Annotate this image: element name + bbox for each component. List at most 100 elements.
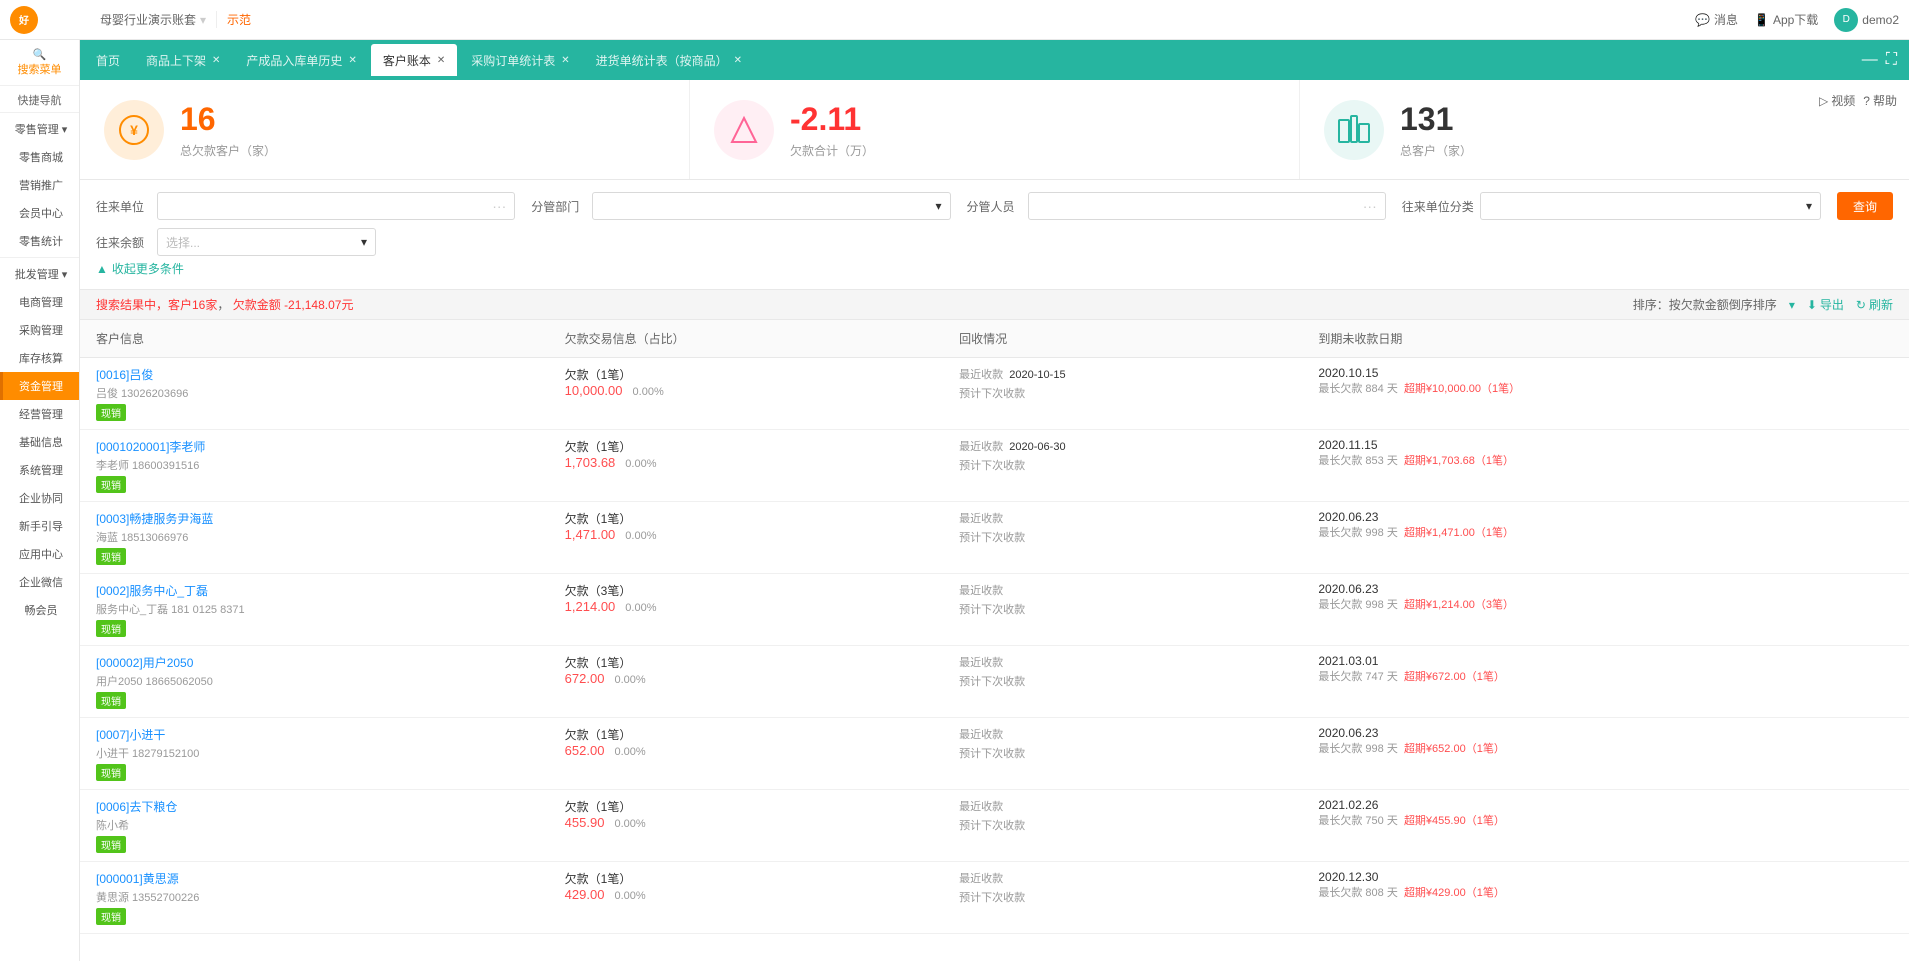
filter-input-person[interactable]: ··· — [1028, 192, 1386, 220]
overdue-text-7[interactable]: 超期¥429.00（1笔） — [1404, 887, 1505, 899]
sidebar-item-marketing[interactable]: 营销推广 — [0, 171, 79, 199]
customer-name-1[interactable]: [0001020001]李老师 — [96, 438, 533, 455]
message-btn[interactable]: 💬 消息 — [1695, 11, 1738, 28]
customer-name-6[interactable]: [0006]去下粮仓 — [96, 798, 533, 815]
tab-goods-listing-close[interactable]: ✕ — [212, 55, 220, 66]
sidebar-search[interactable]: 🔍 搜索菜单 — [0, 40, 79, 86]
collapse-btn[interactable]: ▲ 收起更多条件 — [96, 260, 1893, 277]
export-btn[interactable]: ⬇ 导出 — [1807, 296, 1844, 313]
customer-name-5[interactable]: [0007]小进干 — [96, 726, 533, 743]
tab-bar-right: — ⛶ — [1862, 51, 1905, 69]
sidebar-item-system[interactable]: 系统管理 — [0, 456, 79, 484]
debt-amount-4[interactable]: 672.00 — [565, 671, 605, 686]
tab-inbound-stats-close[interactable]: ✕ — [734, 55, 742, 66]
th-recovery: 回收情况 — [943, 320, 1302, 358]
sidebar-item-member-center[interactable]: 会员中心 — [0, 199, 79, 227]
sidebar-item-operations[interactable]: 经营管理 — [0, 400, 79, 428]
due-date-3: 2020.06.23 — [1318, 582, 1893, 596]
tab-customer-account-close[interactable]: ✕ — [437, 55, 445, 66]
debt-ratio-5: 0.00% — [614, 746, 645, 758]
stat-label-total-customers: 总客户（家） — [1400, 142, 1472, 159]
tab-maximize-btn[interactable]: ⛶ — [1886, 51, 1897, 69]
debt-label-7: 欠款（1笔） — [565, 870, 928, 887]
debt-amount-7[interactable]: 429.00 — [565, 887, 605, 902]
customer-tag-3: 现销 — [96, 620, 126, 637]
tab-home[interactable]: 首页 — [84, 44, 132, 76]
refresh-btn[interactable]: ↻ 刷新 — [1856, 296, 1893, 313]
query-button[interactable]: 查询 — [1837, 192, 1893, 220]
filter-label-dept: 分管部门 — [531, 198, 586, 215]
sidebar-item-purchase-mgmt[interactable]: 采购管理 — [0, 316, 79, 344]
last-collect-label-6: 最近收款 — [959, 798, 1286, 814]
customer-name-2[interactable]: [0003]畅捷服务尹海蓝 — [96, 510, 533, 527]
nav-home[interactable]: 示范 — [217, 11, 251, 28]
sidebar-item-enterprise-wechat[interactable]: 企业微信 — [0, 568, 79, 596]
app-download-btn[interactable]: 📱 App下载 — [1754, 11, 1818, 28]
sidebar-item-app-center[interactable]: 应用中心 — [0, 540, 79, 568]
sidebar-item-wholesale-mgmt[interactable]: 批发管理 ▾ — [0, 260, 79, 288]
tab-inbound-stats[interactable]: 进货单统计表（按商品） ✕ — [584, 44, 754, 76]
top-bar: 好 母婴行业演示账套 ▾ 示范 💬 消息 📱 App下载 D demo2 — [0, 0, 1909, 40]
customer-name-7[interactable]: [000001]黄思源 — [96, 870, 533, 887]
sidebar-item-inventory[interactable]: 库存核算 — [0, 344, 79, 372]
sidebar-item-finance[interactable]: 资金管理 — [0, 372, 79, 400]
customer-name-3[interactable]: [0002]服务中心_丁磊 — [96, 582, 533, 599]
help-btn[interactable]: ? 帮助 — [1863, 92, 1897, 109]
overdue-text-1[interactable]: 超期¥1,703.68（1笔） — [1404, 455, 1514, 467]
stat-icon-debt-customers: ¥ — [104, 100, 164, 160]
overdue-text-4[interactable]: 超期¥672.00（1笔） — [1404, 671, 1505, 683]
sidebar-item-basic-info[interactable]: 基础信息 — [0, 428, 79, 456]
customer-name-4[interactable]: [000002]用户2050 — [96, 654, 533, 671]
overdue-text-6[interactable]: 超期¥455.90（1笔） — [1404, 815, 1505, 827]
customer-name-0[interactable]: [0016]吕俊 — [96, 366, 533, 383]
user-avatar-btn[interactable]: D demo2 — [1834, 8, 1899, 32]
tab-purchase-stats-close[interactable]: ✕ — [561, 55, 569, 66]
store-selector[interactable]: 母婴行业演示账套 ▾ — [90, 11, 217, 28]
chevron-down-icon-dept: ▾ — [935, 199, 941, 213]
overdue-text-5[interactable]: 超期¥652.00（1笔） — [1404, 743, 1505, 755]
sidebar-quick-nav[interactable]: 快捷导航 — [0, 86, 79, 110]
store-label: 母婴行业演示账套 — [100, 11, 196, 28]
sidebar-item-chang-member[interactable]: 畅会员 — [0, 596, 79, 624]
tab-finished-goods[interactable]: 产成品入库单历史 ✕ — [234, 44, 368, 76]
sidebar-item-ecommerce[interactable]: 电商管理 — [0, 288, 79, 316]
chevron-down-icon-sort[interactable]: ▾ — [1789, 298, 1795, 312]
cell-debt-info-2: 欠款（1笔） 1,471.00 0.00% — [549, 502, 944, 574]
stat-info-total-customers: 131 总客户（家） — [1400, 101, 1472, 159]
filter-input-client[interactable]: ··· — [157, 192, 515, 220]
sidebar-item-retail-mall[interactable]: 零售商城 — [0, 143, 79, 171]
sidebar-item-enterprise-collab[interactable]: 企业协同 — [0, 484, 79, 512]
cell-recovery-7: 最近收款 预计下次收款 — [943, 862, 1302, 934]
sidebar-item-retail-mgmt[interactable]: 零售管理 ▾ — [0, 115, 79, 143]
tab-minimize-btn[interactable]: — — [1862, 51, 1878, 69]
tab-customer-account[interactable]: 客户账本 ✕ — [371, 44, 457, 76]
cell-due-date-3: 2020.06.23 最长欠款 998 天 超期¥1,214.00（3笔） — [1302, 574, 1909, 646]
debt-amount-6[interactable]: 455.90 — [565, 815, 605, 830]
stat-icon-total-customers — [1324, 100, 1384, 160]
stat-card-debt-total: -2.11 欠款合计（万） — [690, 80, 1300, 179]
overdue-text-3[interactable]: 超期¥1,214.00（3笔） — [1404, 599, 1514, 611]
debt-amount-3[interactable]: 1,214.00 — [565, 599, 616, 614]
cell-due-date-4: 2021.03.01 最长欠款 747 天 超期¥672.00（1笔） — [1302, 646, 1909, 718]
sidebar-item-retail-stats[interactable]: 零售统计 — [0, 227, 79, 255]
tab-goods-listing[interactable]: 商品上下架 ✕ — [134, 44, 232, 76]
debt-amount-0[interactable]: 10,000.00 — [565, 383, 623, 398]
overdue-text-2[interactable]: 超期¥1,471.00（1笔） — [1404, 527, 1514, 539]
due-date-7: 2020.12.30 — [1318, 870, 1893, 884]
video-btn[interactable]: ▷ 视频 — [1819, 92, 1855, 109]
stat-value-total-customers: 131 — [1400, 101, 1472, 138]
customer-tag-5: 现销 — [96, 764, 126, 781]
customer-tag-0: 现销 — [96, 404, 126, 421]
filter-select-category[interactable]: ▾ — [1480, 192, 1821, 220]
cell-customer-info-4: [000002]用户2050 用户2050 18665062050 现销 — [80, 646, 549, 718]
filter-select-balance[interactable]: 选择... ▾ — [157, 228, 376, 256]
overdue-text-0[interactable]: 超期¥10,000.00（1笔） — [1404, 383, 1520, 395]
debt-amount-5[interactable]: 652.00 — [565, 743, 605, 758]
debt-amount-1[interactable]: 1,703.68 — [565, 455, 616, 470]
tab-purchase-stats[interactable]: 采购订单统计表 ✕ — [459, 44, 581, 76]
tab-finished-goods-close[interactable]: ✕ — [348, 55, 356, 66]
sidebar-item-newbie-guide[interactable]: 新手引导 — [0, 512, 79, 540]
filter-select-dept[interactable]: ▾ — [592, 192, 950, 220]
debt-amount-2[interactable]: 1,471.00 — [565, 527, 616, 542]
cell-recovery-4: 最近收款 预计下次收款 — [943, 646, 1302, 718]
